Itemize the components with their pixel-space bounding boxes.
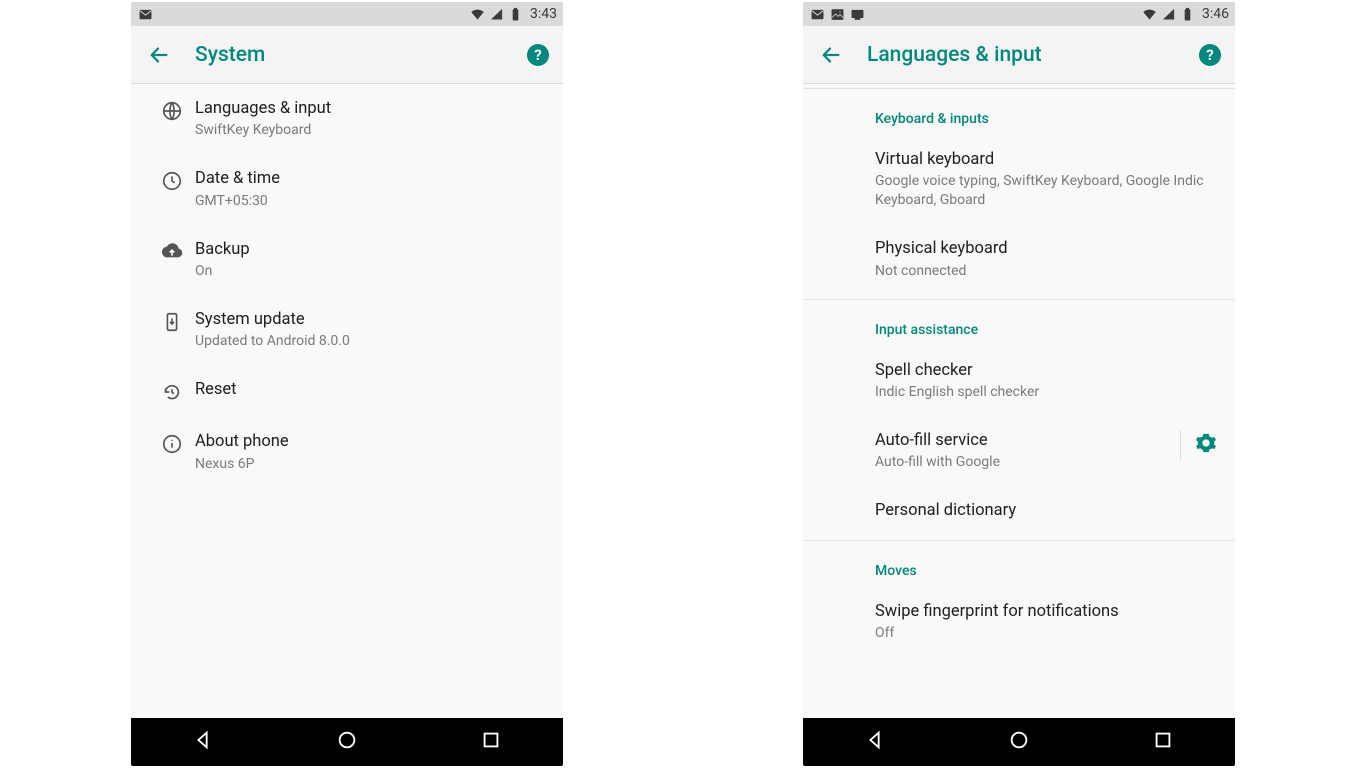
signal-icon bbox=[1160, 6, 1176, 22]
item-title: Languages & input bbox=[195, 98, 545, 119]
battery-icon bbox=[507, 6, 523, 22]
nav-home[interactable] bbox=[336, 729, 358, 755]
item-title: Backup bbox=[195, 239, 545, 260]
item-title: Personal dictionary bbox=[875, 500, 1217, 521]
info-icon bbox=[149, 431, 195, 455]
item-personal-dictionary[interactable]: Personal dictionary bbox=[803, 486, 1235, 535]
nav-back[interactable] bbox=[864, 729, 886, 755]
status-bar: 3:43 bbox=[131, 2, 563, 26]
section-keyboard-inputs: Keyboard & inputs bbox=[803, 93, 1235, 135]
item-sub: Updated to Android 8.0.0 bbox=[195, 332, 545, 351]
nav-recent[interactable] bbox=[480, 729, 502, 755]
divider bbox=[803, 299, 1235, 300]
app-bar: Languages & input ? bbox=[803, 26, 1235, 84]
item-spell-checker[interactable]: Spell checker Indic English spell checke… bbox=[803, 346, 1235, 416]
item-system-update[interactable]: System update Updated to Android 8.0.0 bbox=[131, 295, 563, 365]
cloud-upload-icon bbox=[149, 239, 195, 263]
gear-icon[interactable] bbox=[1195, 432, 1217, 458]
divider-vertical bbox=[1180, 430, 1181, 460]
item-swipe-fingerprint[interactable]: Swipe fingerprint for notifications Off bbox=[803, 587, 1235, 657]
status-time: 3:43 bbox=[530, 6, 557, 22]
status-right: 3:46 bbox=[1141, 6, 1229, 22]
help-button[interactable]: ? bbox=[527, 44, 549, 66]
item-sub: Not connected bbox=[875, 262, 1217, 281]
item-sub: Auto-fill with Google bbox=[875, 453, 1172, 472]
item-sub: Nexus 6P bbox=[195, 455, 545, 474]
app-bar: System ? bbox=[131, 26, 563, 84]
autofill-gear-container bbox=[1180, 430, 1217, 460]
settings-list[interactable]: Languages & input SwiftKey Keyboard Date… bbox=[131, 84, 563, 718]
page-title: System bbox=[195, 43, 265, 67]
item-sub: SwiftKey Keyboard bbox=[195, 121, 545, 140]
globe-icon bbox=[149, 98, 195, 122]
item-title: Virtual keyboard bbox=[875, 149, 1217, 170]
nav-recent[interactable] bbox=[1152, 729, 1174, 755]
item-physical-keyboard[interactable]: Physical keyboard Not connected bbox=[803, 224, 1235, 294]
item-reset[interactable]: Reset bbox=[131, 365, 563, 417]
section-moves: Moves bbox=[803, 545, 1235, 587]
item-sub: Indic English spell checker bbox=[875, 383, 1217, 402]
page-title: Languages & input bbox=[867, 43, 1042, 67]
item-backup[interactable]: Backup On bbox=[131, 225, 563, 295]
status-right: 3:43 bbox=[469, 6, 557, 22]
gmail-icon bbox=[137, 6, 153, 22]
item-title: Auto-fill service bbox=[875, 430, 1172, 451]
settings-list[interactable]: Keyboard & inputs Virtual keyboard Googl… bbox=[803, 84, 1235, 718]
wifi-icon bbox=[469, 6, 485, 22]
status-time: 3:46 bbox=[1202, 6, 1229, 22]
wifi-icon bbox=[1141, 6, 1157, 22]
image-icon bbox=[829, 6, 845, 22]
gmail-icon bbox=[809, 6, 825, 22]
item-sub: Off bbox=[875, 624, 1217, 643]
phone-screen-languages-input: 3:46 Languages & input ? Keyboard & inpu… bbox=[803, 2, 1235, 766]
section-input-assistance: Input assistance bbox=[803, 304, 1235, 346]
back-button[interactable] bbox=[817, 41, 845, 69]
nav-bar bbox=[803, 718, 1235, 766]
tv-icon bbox=[849, 6, 865, 22]
divider bbox=[803, 88, 1235, 89]
status-bar: 3:46 bbox=[803, 2, 1235, 26]
status-left bbox=[137, 6, 153, 22]
nav-back[interactable] bbox=[192, 729, 214, 755]
help-button[interactable]: ? bbox=[1199, 44, 1221, 66]
item-title: Spell checker bbox=[875, 360, 1217, 381]
status-left bbox=[809, 6, 865, 22]
item-languages-input[interactable]: Languages & input SwiftKey Keyboard bbox=[131, 84, 563, 154]
phone-update-icon bbox=[149, 309, 195, 333]
clock-icon bbox=[149, 168, 195, 192]
back-button[interactable] bbox=[145, 41, 173, 69]
item-autofill-service[interactable]: Auto-fill service Auto-fill with Google bbox=[803, 416, 1235, 486]
item-title: Physical keyboard bbox=[875, 238, 1217, 259]
item-title: Reset bbox=[195, 379, 545, 400]
item-date-time[interactable]: Date & time GMT+05:30 bbox=[131, 154, 563, 224]
item-about-phone[interactable]: About phone Nexus 6P bbox=[131, 417, 563, 487]
restore-icon bbox=[149, 379, 195, 403]
item-sub: Google voice typing, SwiftKey Keyboard, … bbox=[875, 172, 1217, 210]
item-title: Swipe fingerprint for notifications bbox=[875, 601, 1217, 622]
item-title: Date & time bbox=[195, 168, 545, 189]
divider bbox=[803, 540, 1235, 541]
item-title: System update bbox=[195, 309, 545, 330]
battery-icon bbox=[1179, 6, 1195, 22]
item-sub: On bbox=[195, 262, 545, 281]
item-sub: GMT+05:30 bbox=[195, 192, 545, 211]
nav-bar bbox=[131, 718, 563, 766]
item-title: About phone bbox=[195, 431, 545, 452]
phone-screen-system: 3:43 System ? Languages & input SwiftKey… bbox=[131, 2, 563, 766]
item-virtual-keyboard[interactable]: Virtual keyboard Google voice typing, Sw… bbox=[803, 135, 1235, 224]
signal-icon bbox=[488, 6, 504, 22]
nav-home[interactable] bbox=[1008, 729, 1030, 755]
